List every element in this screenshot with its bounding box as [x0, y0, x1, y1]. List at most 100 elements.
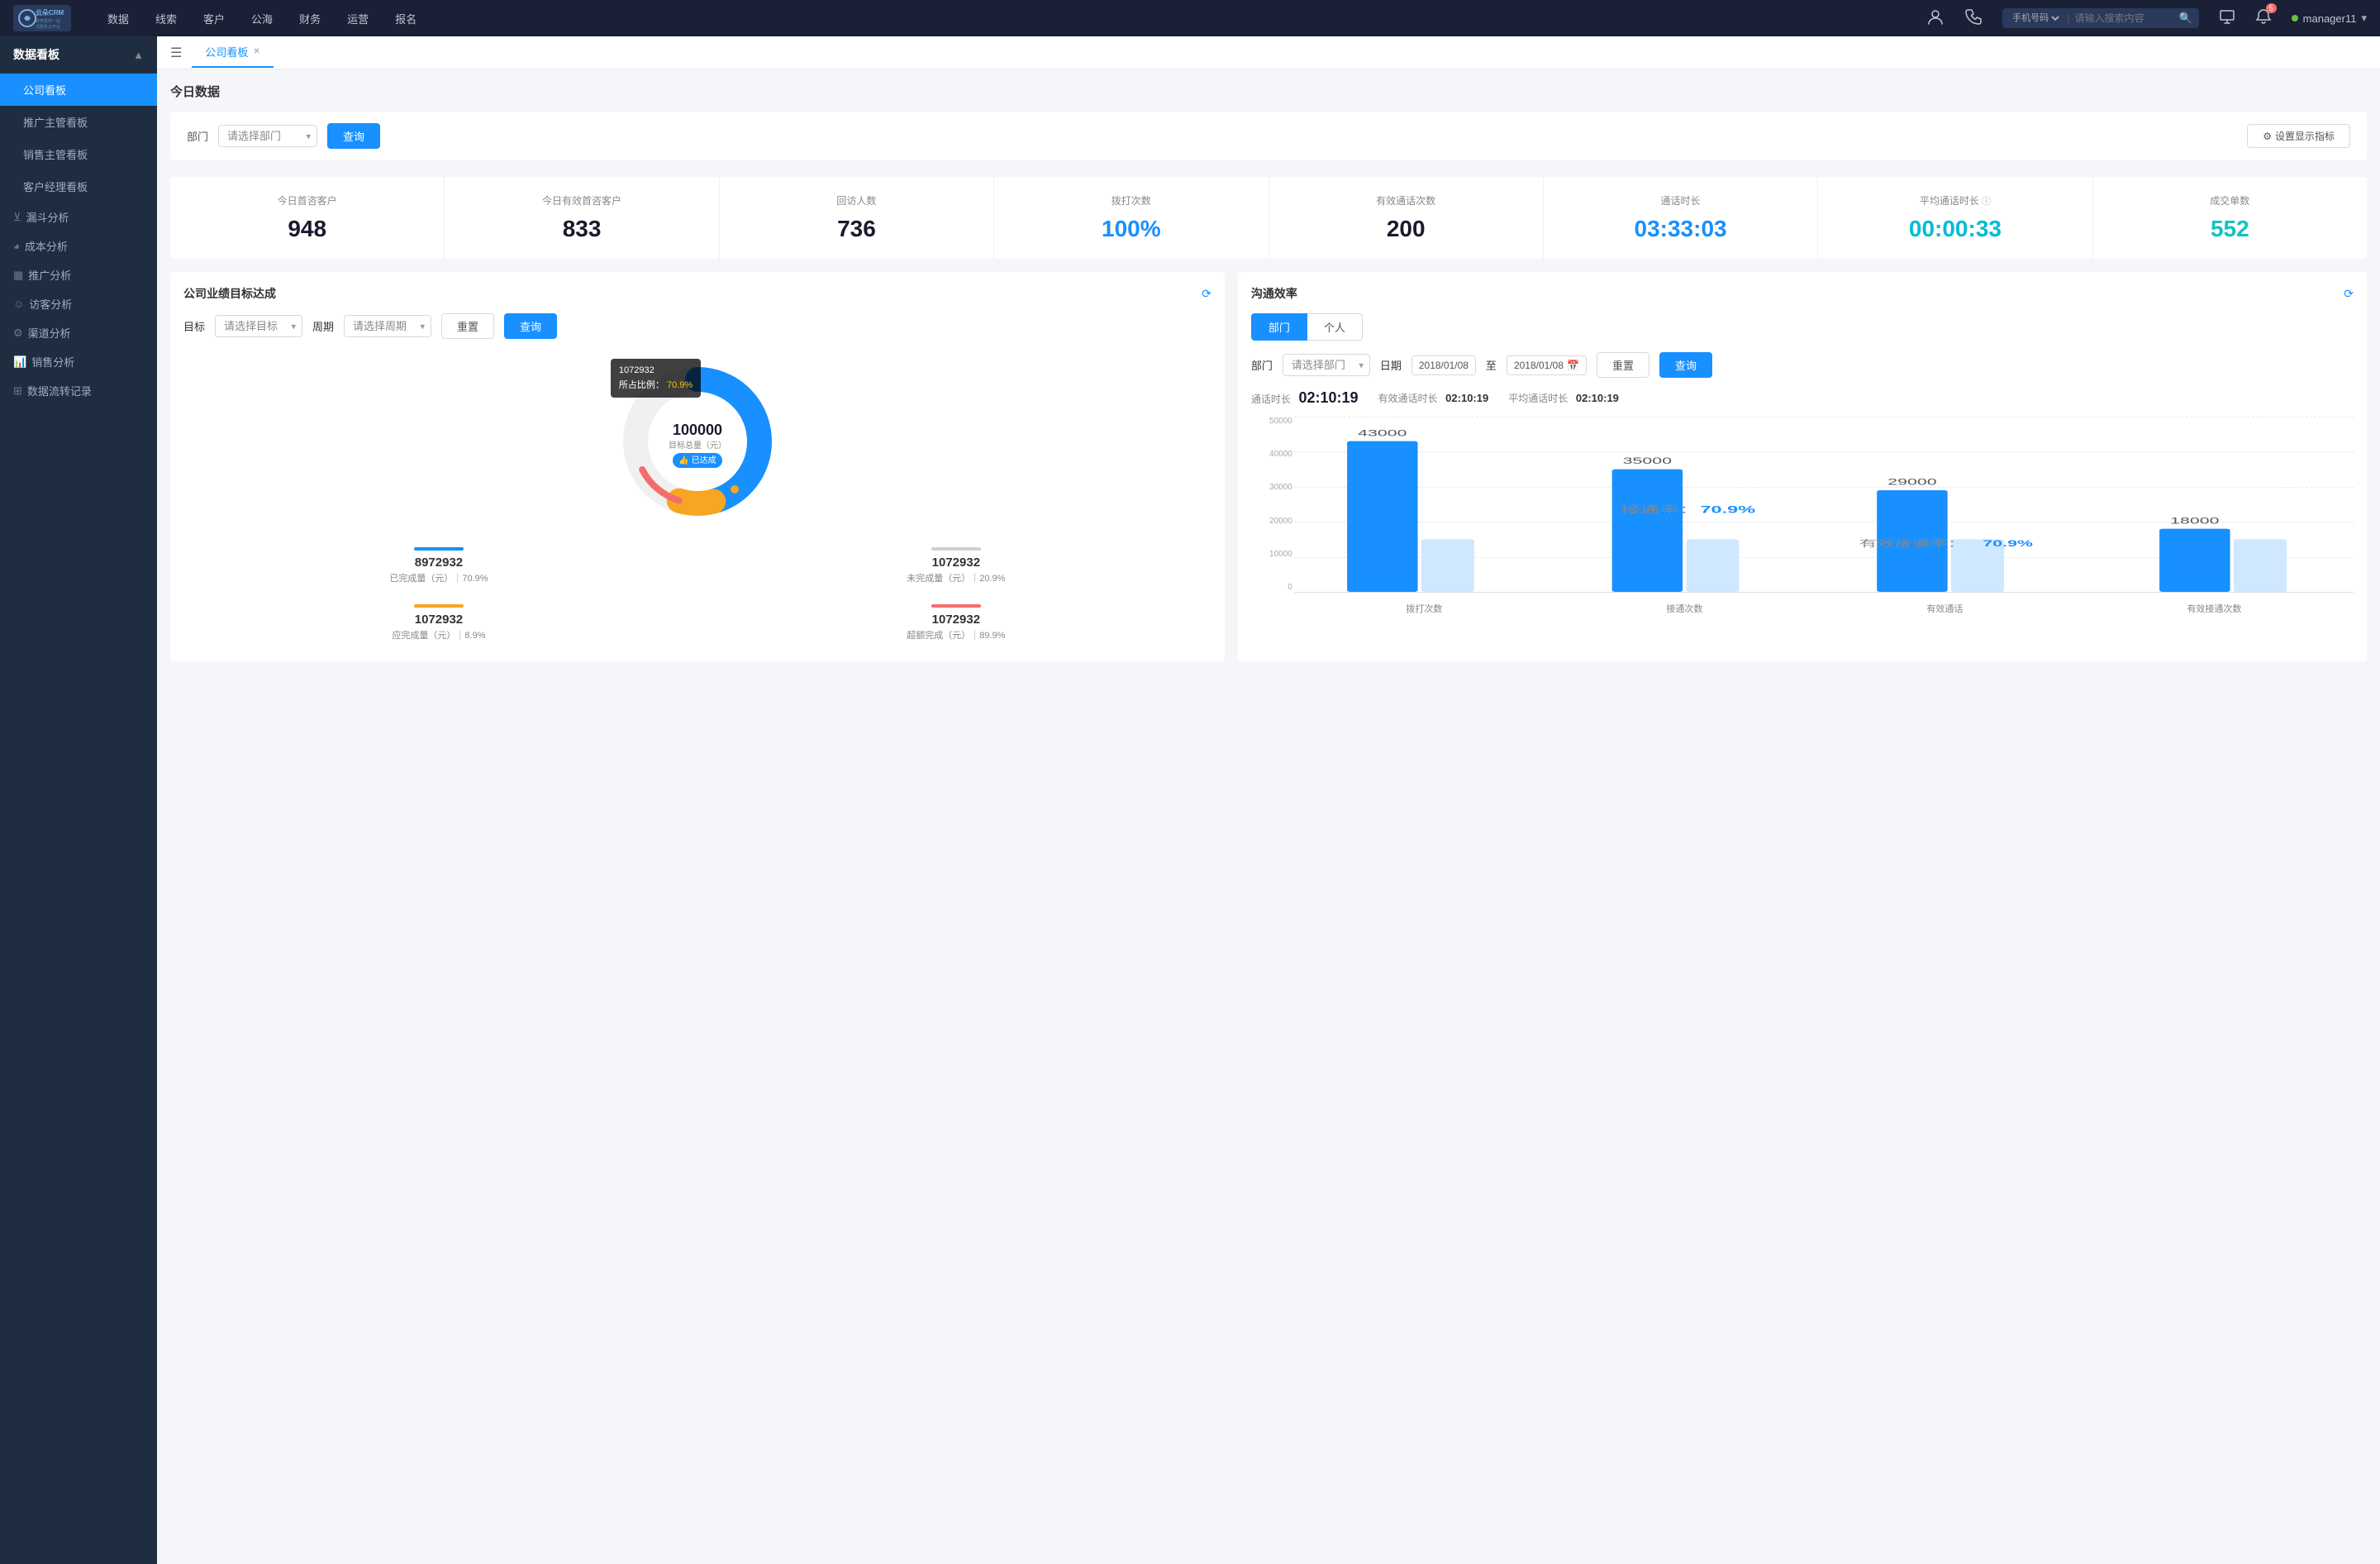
nav-signup[interactable]: 报名 — [392, 11, 420, 26]
date-from-input[interactable]: 2018/01/08 — [1411, 355, 1476, 375]
nav-finance[interactable]: 财务 — [296, 11, 324, 26]
stat-value-1: 833 — [458, 216, 705, 242]
target-label: 目标 — [183, 318, 205, 334]
target-legend: 8972932 已完成量（元）｜70.9% 1072932 未完成量（元）｜20… — [183, 541, 1211, 648]
target-reset-btn[interactable]: 重置 — [441, 313, 494, 339]
target-select-wrapper: 请选择目标 — [215, 315, 302, 337]
today-query-btn[interactable]: 查询 — [327, 123, 380, 149]
date-label: 日期 — [1380, 357, 1402, 373]
stat-label-5: 通话时长 — [1557, 193, 1804, 207]
nav-data[interactable]: 数据 — [104, 11, 132, 26]
comm-reset-btn[interactable]: 重置 — [1597, 352, 1649, 378]
target-panel-title: 公司业绩目标达成 — [183, 285, 276, 302]
tab-label: 公司看板 — [205, 44, 248, 60]
main-layout: 数据看板 ▲ 公司看板 推广主管看板 销售主管看板 客户经理看板 ⊻ 漏斗分析 … — [0, 36, 2380, 1564]
page-content: 今日数据 部门 请选择部门 查询 ⚙ 设置显示指标 — [157, 69, 2380, 1564]
sidebar-item-customer-manager[interactable]: 客户经理看板 — [0, 170, 157, 203]
svg-text:目标总量（元）: 目标总量（元） — [669, 440, 726, 451]
svg-text:70.9%: 70.9% — [1983, 538, 2033, 548]
x-axis: 拨打次数 接通次数 有效通话 有效接通次数 — [1294, 602, 2354, 615]
stat-revisit: 回访人数 736 — [720, 177, 994, 259]
legend-overachieve: 1072932 超额完成（元）｜89.9% — [701, 598, 1211, 648]
username: manager11 — [2303, 12, 2357, 25]
comm-panel-header: 沟通效率 ⟳ — [1251, 285, 2354, 302]
channel-icon: ⚙ — [13, 327, 23, 340]
stat-dial-count: 拨打次数 100% — [994, 177, 1269, 259]
sidebar-section-flow[interactable]: ⊞ 数据流转记录 — [0, 376, 157, 405]
stat-label-1: 今日有效首咨客户 — [458, 193, 705, 207]
sidebar-section-visitor[interactable]: ☺ 访客分析 — [0, 289, 157, 318]
top-navigation: 云朵CRM 教育机构一站 式服务云平台 数据 线索 客户 公海 财务 运营 报名… — [0, 0, 2380, 36]
y-axis: 50000 40000 30000 20000 10000 0 — [1251, 417, 1292, 592]
comm-query-btn[interactable]: 查询 — [1659, 352, 1712, 378]
tab-close-icon[interactable]: ✕ — [253, 47, 259, 56]
svg-text:式服务云平台: 式服务云平台 — [36, 24, 60, 30]
svg-text:100000: 100000 — [673, 422, 722, 438]
target-query-btn[interactable]: 查询 — [504, 313, 557, 339]
comm-tab-personal[interactable]: 个人 — [1307, 313, 1363, 341]
sidebar-item-sales-dashboard[interactable]: 销售主管看板 — [0, 138, 157, 170]
period-select-wrapper: 请选择周期 — [344, 315, 431, 337]
sidebar-collapse-icon[interactable]: ▲ — [133, 49, 144, 61]
nav-sea[interactable]: 公海 — [248, 11, 276, 26]
calendar-icon: 📅 — [1567, 360, 1579, 371]
target-refresh-icon[interactable]: ⟳ — [1202, 287, 1211, 301]
period-select[interactable]: 请选择周期 — [344, 315, 431, 337]
comm-dept-select[interactable]: 请选择部门 — [1283, 354, 1370, 376]
user-info[interactable]: manager11 ▾ — [2292, 12, 2367, 25]
target-filter: 目标 请选择目标 周期 请选择周期 重置 — [183, 313, 1211, 339]
stat-label-6: 平均通话时长 ⓘ — [1831, 193, 2078, 207]
stat-value-2: 736 — [733, 216, 980, 242]
search-input[interactable] — [2074, 12, 2173, 24]
legend-completed: 8972932 已完成量（元）｜70.9% — [183, 541, 694, 591]
bar-should-complete — [414, 604, 464, 608]
dept-filter-label: 部门 — [187, 128, 208, 144]
sidebar-item-promo-dashboard[interactable]: 推广主管看板 — [0, 106, 157, 138]
comm-tab-dept[interactable]: 部门 — [1251, 313, 1307, 341]
settings-icon: ⚙ — [2263, 131, 2272, 142]
donut-tooltip: 1072932 所占比例： 70.9% — [611, 359, 701, 398]
comm-tabs: 部门 个人 — [1251, 313, 2354, 341]
stat-value-7: 552 — [2106, 216, 2354, 242]
tab-toggle-icon[interactable]: ☰ — [170, 45, 182, 61]
sidebar-header: 数据看板 ▲ — [0, 36, 157, 74]
svg-text:云朵CRM: 云朵CRM — [36, 8, 64, 17]
search-icon[interactable]: 🔍 — [2178, 12, 2192, 25]
target-panel-header: 公司业绩目标达成 ⟳ — [183, 285, 1211, 302]
info-icon: ⓘ — [1982, 194, 1991, 207]
sidebar-section-sales[interactable]: 📊 销售分析 — [0, 347, 157, 376]
sidebar-section-funnel[interactable]: ⊻ 漏斗分析 — [0, 203, 157, 231]
nav-customers[interactable]: 客户 — [200, 11, 228, 26]
nav-leads[interactable]: 线索 — [152, 11, 180, 26]
logo-box: 云朵CRM 教育机构一站 式服务云平台 — [13, 5, 71, 31]
notification-icon[interactable]: 5 — [2255, 8, 2272, 29]
period-label: 周期 — [312, 318, 334, 334]
bottom-panels: 公司业绩目标达成 ⟳ 目标 请选择目标 周期 — [170, 272, 2367, 661]
tab-company-dashboard[interactable]: 公司看板 ✕ — [192, 37, 273, 68]
nav-operations[interactable]: 运营 — [344, 11, 372, 26]
search-type-select[interactable]: 手机号码 — [2009, 12, 2062, 24]
sidebar-section-promo[interactable]: ▦ 推广分析 — [0, 260, 157, 289]
target-select[interactable]: 请选择目标 — [215, 315, 302, 337]
sidebar-item-label: 公司看板 — [23, 82, 66, 98]
legend-value-0: 8972932 — [190, 556, 688, 570]
user-dropdown-icon[interactable]: ▾ — [2361, 12, 2367, 25]
sidebar-section-cost[interactable]: ◕ 成本分析 — [0, 231, 157, 260]
svg-text:接通率：: 接通率： — [1621, 504, 1698, 515]
person-icon[interactable] — [1926, 7, 1944, 30]
comm-refresh-icon[interactable]: ⟳ — [2344, 287, 2354, 301]
bar-completed — [414, 547, 464, 551]
sidebar-item-company-dashboard[interactable]: 公司看板 — [0, 74, 157, 106]
call-duration-stat: 通话时长 02:10:19 — [1251, 389, 1359, 407]
notification-badge: 5 — [2266, 3, 2277, 13]
comm-stats-row: 通话时长 02:10:19 有效通话时长 02:10:19 平均通话时长 02:… — [1251, 389, 2354, 407]
monitor-icon[interactable] — [2219, 8, 2235, 29]
legend-incomplete: 1072932 未完成量（元）｜20.9% — [701, 541, 1211, 591]
dept-select[interactable]: 请选择部门 — [218, 125, 317, 147]
settings-btn[interactable]: ⚙ 设置显示指标 — [2247, 124, 2350, 148]
sidebar-section-channel[interactable]: ⚙ 渠道分析 — [0, 318, 157, 347]
sidebar-item-label: 推广主管看板 — [23, 114, 88, 130]
stat-call-duration: 通话时长 03:33:03 — [1544, 177, 1818, 259]
phone-icon[interactable] — [1964, 7, 1983, 30]
date-to-input[interactable]: 2018/01/08 📅 — [1507, 355, 1587, 375]
